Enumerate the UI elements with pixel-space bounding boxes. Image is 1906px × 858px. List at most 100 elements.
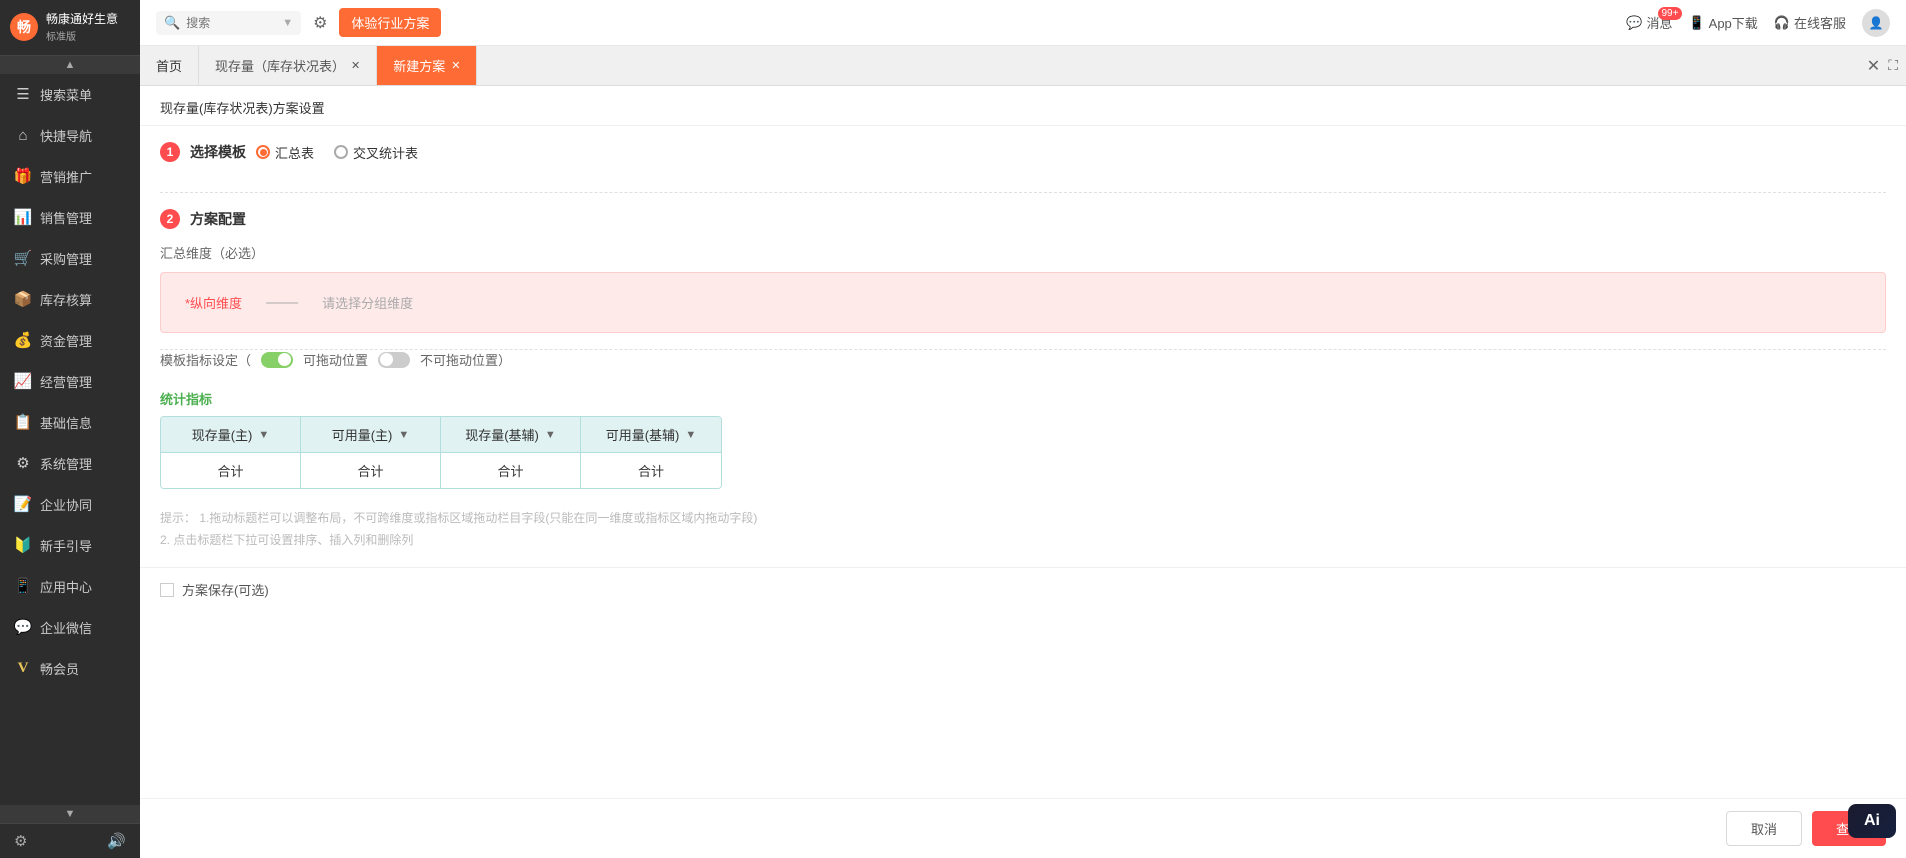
col3-label: 现存量(基辅) bbox=[465, 425, 539, 444]
template-radio-group: 汇总表 交叉统计表 bbox=[256, 143, 418, 162]
indicator-label-row: 模板指标设定（ 可拖动位置 不可拖动位置） bbox=[160, 350, 1886, 369]
main-area: 🔍 ▼ ⚙ 体验行业方案 💬 消息 99+ 📱 App下载 🎧 在线客服 👤 bbox=[140, 0, 1906, 858]
col-header-2: 可用量(主) ▼ bbox=[301, 417, 441, 452]
sidebar-item-finance[interactable]: 💰 资金管理 bbox=[0, 320, 140, 361]
sidebar-item-wechat[interactable]: 💬 企业微信 bbox=[0, 607, 140, 648]
settings-icon[interactable]: ⚙ bbox=[14, 832, 27, 850]
box-icon: 📦 bbox=[14, 290, 32, 308]
stats-table-row: 合计 合计 合计 合计 bbox=[161, 452, 721, 488]
radio-crosstab[interactable]: 交叉统计表 bbox=[334, 143, 418, 162]
radio-summary-dot bbox=[256, 145, 270, 159]
tab-home[interactable]: 首页 bbox=[140, 46, 199, 85]
col1-label: 现存量(主) bbox=[192, 425, 253, 444]
search-box[interactable]: 🔍 ▼ bbox=[156, 11, 301, 35]
app-edition: 标准版 bbox=[46, 28, 118, 43]
sidebar-item-label: 基础信息 bbox=[40, 413, 92, 432]
search-icon: 🔍 bbox=[164, 15, 180, 31]
section1-title-row: 1 选择模板 汇总表 交叉统计表 bbox=[160, 142, 1886, 162]
trial-button[interactable]: 体验行业方案 bbox=[339, 8, 441, 37]
topbar-gear-icon[interactable]: ⚙ bbox=[313, 13, 327, 33]
dim-placeholder[interactable]: 请选择分组维度 bbox=[322, 293, 413, 312]
trend-icon: 📈 bbox=[14, 372, 32, 390]
sidebar-item-basic-info[interactable]: 📋 基础信息 bbox=[0, 402, 140, 443]
window-close-btn[interactable]: ✕ bbox=[1867, 56, 1880, 76]
stats-title: 统计指标 bbox=[160, 389, 1886, 408]
sidebar-item-label: 应用中心 bbox=[40, 577, 92, 596]
radio-summary-label: 汇总表 bbox=[275, 143, 314, 162]
home-tab-label: 首页 bbox=[156, 56, 182, 75]
window-expand-btn[interactable]: ⛶ bbox=[1888, 57, 1898, 74]
app-download-button[interactable]: 📱 App下载 bbox=[1688, 13, 1757, 32]
section-select-template: 1 选择模板 汇总表 交叉统计表 bbox=[140, 126, 1906, 192]
sidebar-item-marketing[interactable]: 🎁 营销推广 bbox=[0, 156, 140, 197]
col2-dropdown[interactable]: ▼ bbox=[398, 429, 409, 441]
tips-section: 提示： 1.拖动标题栏可以调整布局，不可跨维度或指标区域拖动栏目字段(只能在同一… bbox=[140, 492, 1906, 567]
topbar: 🔍 ▼ ⚙ 体验行业方案 💬 消息 99+ 📱 App下载 🎧 在线客服 👤 bbox=[140, 0, 1906, 46]
section-plan-config: 2 方案配置 汇总维度（必选） *纵向维度 —— 请选择分组维度 bbox=[140, 193, 1906, 349]
message-button[interactable]: 💬 消息 99+ bbox=[1626, 13, 1672, 32]
indicator-toggle-off[interactable] bbox=[378, 352, 410, 368]
online-service-button[interactable]: 🎧 在线客服 bbox=[1774, 13, 1846, 32]
col3-dropdown[interactable]: ▼ bbox=[545, 429, 556, 441]
save-checkbox[interactable] bbox=[160, 583, 174, 597]
radio-summary[interactable]: 汇总表 bbox=[256, 143, 314, 162]
guide-icon: 🔰 bbox=[14, 536, 32, 554]
footer-buttons: 取消 查询 bbox=[140, 798, 1906, 858]
sidebar-logo: 畅 畅康通好生意 标准版 bbox=[0, 0, 140, 56]
sidebar-item-inventory[interactable]: 📦 库存核算 bbox=[0, 279, 140, 320]
sidebar-scroll-up[interactable]: ▲ bbox=[0, 56, 140, 74]
search-dropdown-icon[interactable]: ▼ bbox=[282, 17, 293, 29]
sidebar-item-quick-nav[interactable]: ⌂ 快捷导航 bbox=[0, 115, 140, 156]
indicator-settings-label: 模板指标设定（ bbox=[160, 350, 251, 369]
col1-dropdown[interactable]: ▼ bbox=[258, 429, 269, 441]
mobile-icon: 📱 bbox=[14, 577, 32, 595]
inventory-tab-label: 现存量（库存状况表） bbox=[215, 56, 345, 75]
tips-line2: 2. 点击标题栏下拉可设置排序、插入列和删除列 bbox=[160, 530, 1886, 552]
sidebar-item-sales[interactable]: 📊 销售管理 bbox=[0, 197, 140, 238]
topbar-right: 💬 消息 99+ 📱 App下载 🎧 在线客服 👤 bbox=[1626, 9, 1890, 37]
sidebar-item-app-center[interactable]: 📱 应用中心 bbox=[0, 566, 140, 607]
sidebar-scroll-down[interactable]: ▼ bbox=[0, 805, 140, 823]
col4-dropdown[interactable]: ▼ bbox=[685, 429, 696, 441]
new-plan-tab-label: 新建方案 bbox=[393, 56, 445, 75]
indicator-toggle-on[interactable] bbox=[261, 352, 293, 368]
new-plan-tab-close[interactable]: ✕ bbox=[451, 59, 460, 72]
section1-label: 选择模板 bbox=[190, 142, 246, 162]
ai-badge[interactable]: Ai bbox=[1848, 804, 1896, 838]
vertical-dim-label: *纵向维度 bbox=[185, 293, 242, 312]
tab-inventory-status[interactable]: 现存量（库存状况表） ✕ bbox=[199, 46, 377, 85]
clipboard-icon: 📋 bbox=[14, 413, 32, 431]
indicator-settings: 模板指标设定（ 可拖动位置 不可拖动位置） bbox=[140, 350, 1906, 389]
col-header-4: 可用量(基辅) ▼ bbox=[581, 417, 721, 452]
col-header-3: 现存量(基辅) ▼ bbox=[441, 417, 581, 452]
search-input[interactable] bbox=[186, 16, 276, 30]
section2-label: 方案配置 bbox=[190, 209, 246, 229]
section1-num: 1 bbox=[160, 142, 180, 162]
stats-table-header: 现存量(主) ▼ 可用量(主) ▼ 现存量(基辅) ▼ 可用量(基辅) bbox=[161, 417, 721, 452]
cancel-button[interactable]: 取消 bbox=[1726, 811, 1802, 846]
toggle-off-label: 不可拖动位置） bbox=[420, 350, 511, 369]
sidebar-item-label: 库存核算 bbox=[40, 290, 92, 309]
sidebar-item-newbie[interactable]: 🔰 新手引导 bbox=[0, 525, 140, 566]
tips-line1: 提示： 1.拖动标题栏可以调整布局，不可跨维度或指标区域拖动栏目字段(只能在同一… bbox=[160, 508, 1886, 530]
sidebar-item-member[interactable]: V 畅会员 bbox=[0, 648, 140, 689]
sidebar-item-search-menu[interactable]: ☰ 搜索菜单 bbox=[0, 74, 140, 115]
sidebar-item-label: 企业协同 bbox=[40, 495, 92, 514]
sidebar-item-system[interactable]: ⚙ 系统管理 bbox=[0, 443, 140, 484]
save-checkbox-row: 方案保存(可选) bbox=[140, 567, 1906, 611]
message-badge: 99+ bbox=[1658, 7, 1683, 20]
sidebar-item-operations[interactable]: 📈 经营管理 bbox=[0, 361, 140, 402]
sidebar-item-purchase[interactable]: 🛒 采购管理 bbox=[0, 238, 140, 279]
sidebar-item-label: 快捷导航 bbox=[40, 126, 92, 145]
sidebar-item-enterprise[interactable]: 📝 企业协同 bbox=[0, 484, 140, 525]
dimension-area: *纵向维度 —— 请选择分组维度 bbox=[160, 272, 1886, 333]
inventory-tab-close[interactable]: ✕ bbox=[351, 59, 360, 72]
stats-table: 现存量(主) ▼ 可用量(主) ▼ 现存量(基辅) ▼ 可用量(基辅) bbox=[160, 416, 722, 489]
user-avatar[interactable]: 👤 bbox=[1862, 9, 1890, 37]
sidebar-item-label: 资金管理 bbox=[40, 331, 92, 350]
tab-new-plan[interactable]: 新建方案 ✕ bbox=[377, 46, 477, 85]
sidebar-item-label: 新手引导 bbox=[40, 536, 92, 555]
page-wrapper: 现存量(库存状况表)方案设置 1 选择模板 汇总表 交叉统计表 bbox=[140, 86, 1906, 798]
volume-icon[interactable]: 🔊 bbox=[107, 832, 126, 850]
page-title: 现存量(库存状况表)方案设置 bbox=[160, 101, 325, 116]
